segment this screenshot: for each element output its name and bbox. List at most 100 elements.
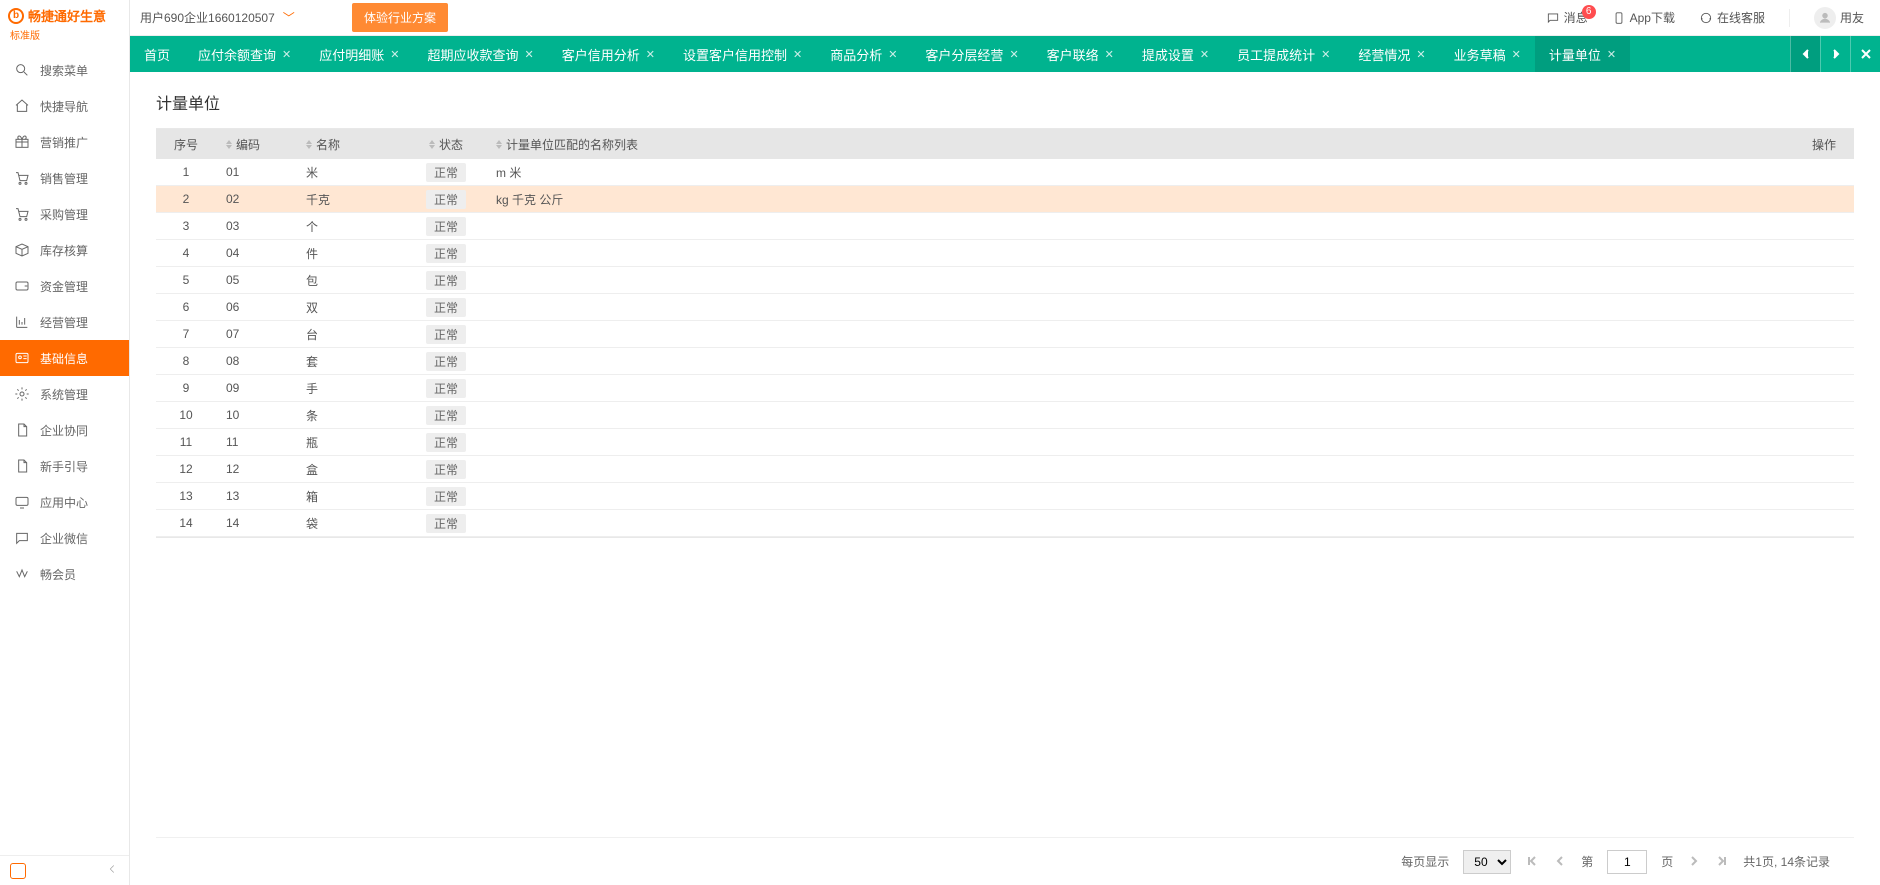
pager-next[interactable] xyxy=(1687,855,1701,869)
tab[interactable]: 经营情况✕ xyxy=(1344,36,1439,72)
table-row[interactable]: 1414袋正常 xyxy=(156,510,1854,537)
sidebar-item[interactable]: 采购管理 xyxy=(0,196,129,232)
pager-last[interactable] xyxy=(1715,855,1729,869)
sidebar-item[interactable]: 企业协同 xyxy=(0,412,129,448)
close-icon[interactable]: ✕ xyxy=(1512,48,1521,61)
sidebar-collapse-icon[interactable] xyxy=(105,862,119,879)
page-title: 计量单位 xyxy=(156,90,1854,114)
per-page-select[interactable]: 50 xyxy=(1463,850,1511,874)
table-row[interactable]: 1313箱正常 xyxy=(156,483,1854,510)
table-row[interactable]: 1212盒正常 xyxy=(156,456,1854,483)
sidebar-item[interactable]: 应用中心 xyxy=(0,484,129,520)
cell-code: 05 xyxy=(216,267,296,293)
pager-first[interactable] xyxy=(1525,855,1539,869)
close-icon[interactable]: ✕ xyxy=(1009,48,1018,61)
tab[interactable]: 设置客户信用控制✕ xyxy=(669,36,816,72)
sidebar-item[interactable]: 库存核算 xyxy=(0,232,129,268)
pager-page-input[interactable] xyxy=(1607,850,1647,874)
close-icon[interactable]: ✕ xyxy=(525,48,534,61)
messages-button[interactable]: 消息 6 xyxy=(1540,9,1594,26)
cell-name: 箱 xyxy=(296,483,406,509)
close-icon[interactable]: ✕ xyxy=(1321,48,1330,61)
close-icon[interactable]: ✕ xyxy=(282,48,291,61)
tab[interactable]: 业务草稿✕ xyxy=(1440,36,1535,72)
sidebar-item[interactable]: 快捷导航 xyxy=(0,88,129,124)
status-badge: 正常 xyxy=(426,244,466,263)
close-icon[interactable]: ✕ xyxy=(888,48,897,61)
col-status[interactable]: 状态 xyxy=(406,129,486,159)
table-row[interactable]: 303个正常 xyxy=(156,213,1854,240)
close-icon[interactable]: ✕ xyxy=(1416,48,1425,61)
cell-status: 正常 xyxy=(406,294,486,320)
cell-status: 正常 xyxy=(406,510,486,536)
col-op: 操作 xyxy=(1794,129,1854,159)
close-icon[interactable]: ✕ xyxy=(1105,48,1114,61)
tabs-close-all[interactable] xyxy=(1850,36,1880,72)
tab[interactable]: 员工提成统计 ✕ xyxy=(1223,36,1344,72)
sidebar-item[interactable]: 资金管理 xyxy=(0,268,129,304)
table-row[interactable]: 1111瓶正常 xyxy=(156,429,1854,456)
sidebar-footer-icon[interactable] xyxy=(10,863,26,879)
sidebar-item-label: 企业协同 xyxy=(40,422,88,439)
app-download-button[interactable]: App下载 xyxy=(1606,9,1681,26)
trial-button[interactable]: 体验行业方案 xyxy=(352,3,448,32)
sidebar-item[interactable]: 经营管理 xyxy=(0,304,129,340)
tab-label: 员工提成统计 xyxy=(1237,45,1315,64)
tab[interactable]: 商品分析✕ xyxy=(816,36,911,72)
tab[interactable]: 计量单位✕ xyxy=(1535,36,1630,72)
tabs-scroll-right[interactable] xyxy=(1820,36,1850,72)
gift-icon xyxy=(14,134,30,150)
sidebar-item[interactable]: 企业微信 xyxy=(0,520,129,556)
col-code[interactable]: 编码 xyxy=(216,129,296,159)
table-row[interactable]: 707台正常 xyxy=(156,321,1854,348)
table-row[interactable]: 404件正常 xyxy=(156,240,1854,267)
close-icon[interactable]: ✕ xyxy=(1200,48,1209,61)
tab[interactable]: 提成设置✕ xyxy=(1128,36,1223,72)
table-row[interactable]: 202千克正常kg 千克 公斤 xyxy=(156,186,1854,213)
sidebar: b 畅捷通好生意 标准版 搜索菜单快捷导航营销推广销售管理采购管理库存核算资金管… xyxy=(0,0,130,885)
table-row[interactable]: 909手正常 xyxy=(156,375,1854,402)
tab[interactable]: 首页 xyxy=(130,36,184,72)
tabs-scroll-left[interactable] xyxy=(1790,36,1820,72)
cell-status: 正常 xyxy=(406,240,486,266)
sidebar-item[interactable]: 新手引导 xyxy=(0,448,129,484)
table-row[interactable]: 505包正常 xyxy=(156,267,1854,294)
online-service-button[interactable]: 在线客服 xyxy=(1693,9,1771,26)
tab-controls xyxy=(1790,36,1880,72)
tab[interactable]: 应付明细账 ✕ xyxy=(305,36,413,72)
tab-label: 应付明细账 xyxy=(319,45,384,64)
sidebar-item[interactable]: 基础信息 xyxy=(0,340,129,376)
close-icon[interactable]: ✕ xyxy=(1607,48,1616,61)
user-menu[interactable]: 用友 xyxy=(1808,7,1870,29)
tab[interactable]: 客户信用分析✕ xyxy=(548,36,669,72)
online-service-label: 在线客服 xyxy=(1717,9,1765,26)
table-row[interactable]: 1010条正常 xyxy=(156,402,1854,429)
status-badge: 正常 xyxy=(426,271,466,290)
table-row[interactable]: 808套正常 xyxy=(156,348,1854,375)
tab[interactable]: 客户分层经营✕ xyxy=(911,36,1032,72)
sidebar-item[interactable]: 系统管理 xyxy=(0,376,129,412)
close-icon[interactable]: ✕ xyxy=(793,48,802,61)
table-header: 序号 编码 名称 状态 计量单位匹配的名称列表 操作 xyxy=(156,129,1854,159)
close-icon[interactable]: ✕ xyxy=(646,48,655,61)
tab[interactable]: 超期应收款查询✕ xyxy=(413,36,547,72)
table-row[interactable]: 101米正常m 米 xyxy=(156,159,1854,186)
tenant-select[interactable]: 用户690企业1660120507 ﹀ xyxy=(140,9,340,26)
tab[interactable]: 应付余额查询✕ xyxy=(184,36,305,72)
cell-code: 10 xyxy=(216,402,296,428)
close-icon[interactable]: ✕ xyxy=(390,48,399,61)
col-name[interactable]: 名称 xyxy=(296,129,406,159)
cell-op xyxy=(1794,321,1854,347)
cell-op xyxy=(1794,267,1854,293)
pager-prev[interactable] xyxy=(1553,855,1567,869)
cell-idx: 4 xyxy=(156,240,216,266)
sidebar-item[interactable]: 畅会员 xyxy=(0,556,129,592)
col-alias[interactable]: 计量单位匹配的名称列表 xyxy=(486,129,1794,159)
status-badge: 正常 xyxy=(426,163,466,182)
table-row[interactable]: 606双正常 xyxy=(156,294,1854,321)
sidebar-item[interactable]: 营销推广 xyxy=(0,124,129,160)
col-idx[interactable]: 序号 xyxy=(156,129,216,159)
tab[interactable]: 客户联络✕ xyxy=(1033,36,1128,72)
sidebar-item[interactable]: 销售管理 xyxy=(0,160,129,196)
sidebar-item[interactable]: 搜索菜单 xyxy=(0,52,129,88)
